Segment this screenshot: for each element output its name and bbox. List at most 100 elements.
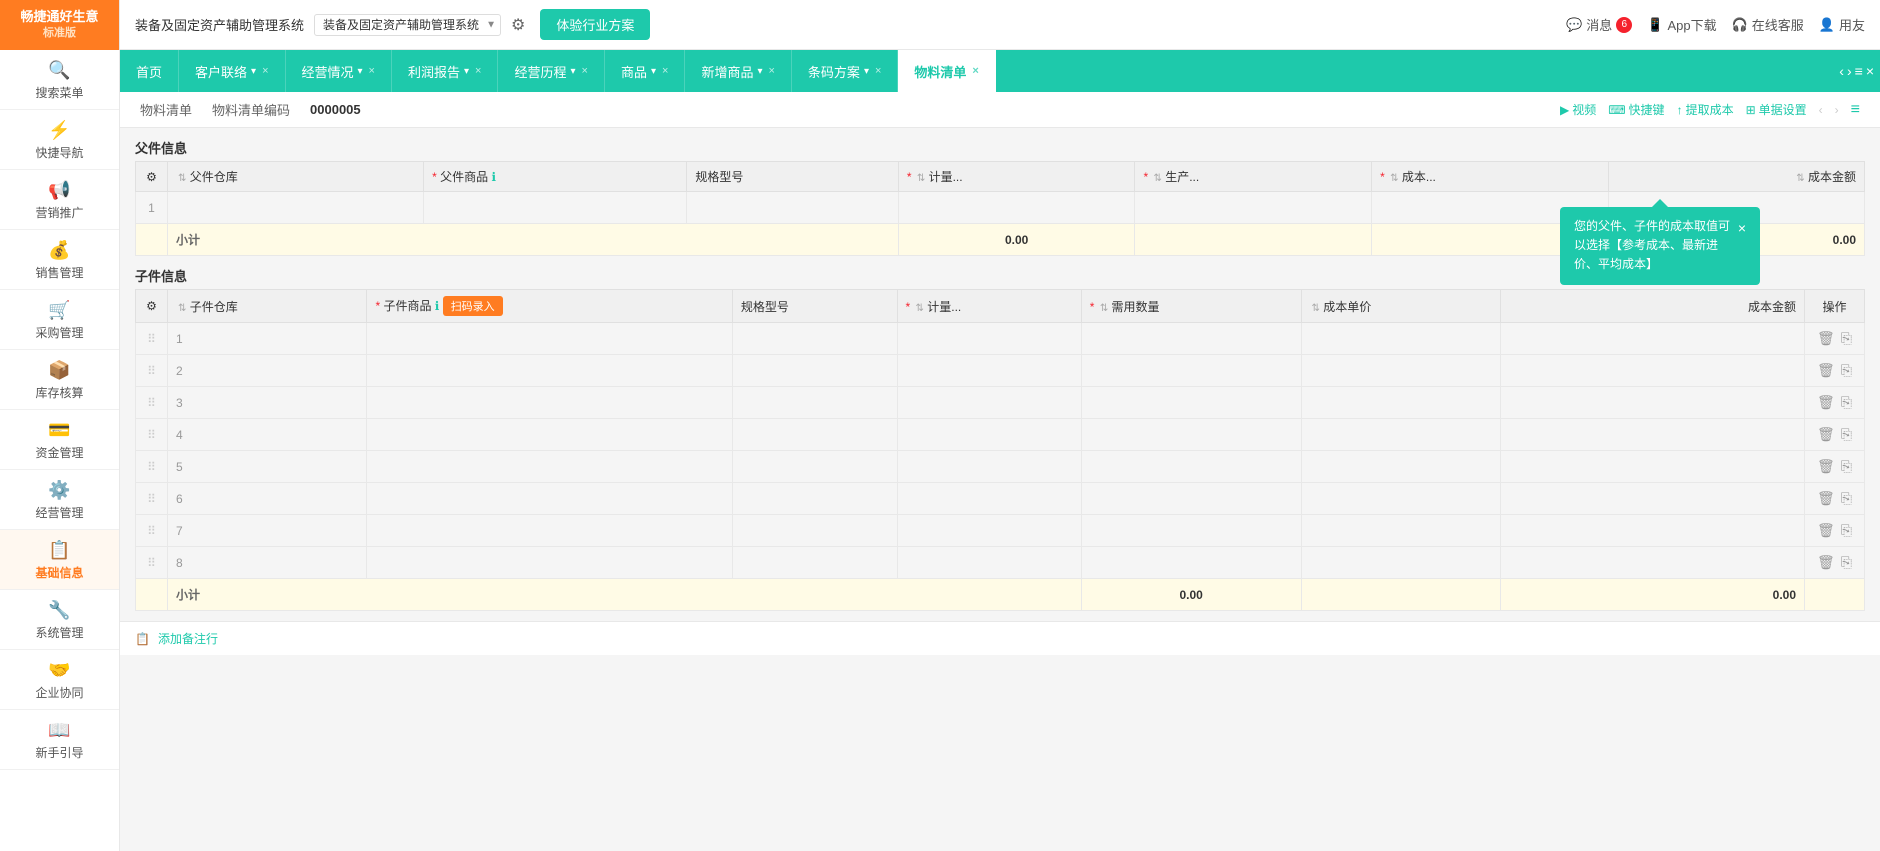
tab-customers[interactable]: 客户联络▾× (179, 50, 285, 92)
online-service-button[interactable]: 🎧 在线客服 (1732, 15, 1804, 34)
tab-home[interactable]: 首页 (120, 50, 179, 92)
tab-operations[interactable]: 经营情况▾× (286, 50, 392, 92)
system-selector[interactable]: 装备及固定资产辅助管理系统 (314, 14, 501, 36)
delete-icon-7[interactable]: 🗑 (1817, 522, 1835, 539)
delete-icon-5[interactable]: 🗑 (1817, 458, 1835, 475)
child-cell-unitcost-7[interactable] (1301, 515, 1500, 547)
tab-nav-prev[interactable]: ‹ (1839, 63, 1844, 79)
child-cell-goods-7[interactable] (367, 515, 732, 547)
parent-cell-spec-1[interactable] (687, 192, 899, 224)
close-all-tabs[interactable]: × (1866, 63, 1874, 79)
close-icon[interactable]: × (972, 65, 978, 77)
child-cell-costamt-1[interactable] (1500, 323, 1804, 355)
child-cell-warehouse-6[interactable]: 6 (168, 483, 367, 515)
grid-view-icon[interactable]: ≡ (1851, 101, 1860, 119)
copy-icon-8[interactable]: ⎘ (1841, 554, 1852, 571)
sidebar-item-purchase[interactable]: 🛒 采购管理 (0, 290, 119, 350)
shortcut-button[interactable]: ⌨ 快捷键 (1608, 101, 1664, 118)
sidebar-item-search[interactable]: 🔍 搜索菜单 (0, 50, 119, 110)
close-icon[interactable]: × (662, 65, 668, 77)
child-cell-unit-5[interactable] (897, 451, 1081, 483)
delete-icon-4[interactable]: 🗑 (1817, 426, 1835, 443)
sidebar-item-quicknav[interactable]: ⚡ 快捷导航 (0, 110, 119, 170)
tab-nav-next[interactable]: › (1847, 63, 1852, 79)
tab-profit[interactable]: 利润报告▾× (392, 50, 498, 92)
copy-icon-6[interactable]: ⎘ (1841, 490, 1852, 507)
parent-cell-goods-1[interactable] (424, 192, 687, 224)
child-cell-qty-1[interactable] (1081, 323, 1301, 355)
video-button[interactable]: ▶ 视频 (1560, 101, 1596, 118)
child-cell-costamt-2[interactable] (1500, 355, 1804, 387)
child-cell-costamt-6[interactable] (1500, 483, 1804, 515)
close-icon[interactable]: × (262, 65, 268, 77)
child-cell-unitcost-4[interactable] (1301, 419, 1500, 451)
copy-icon-4[interactable]: ⎘ (1841, 426, 1852, 443)
child-cell-spec-2[interactable] (732, 355, 897, 387)
child-cell-goods-4[interactable] (367, 419, 732, 451)
child-cell-warehouse-8[interactable]: 8 (168, 547, 367, 579)
parent-cell-warehouse-1[interactable] (168, 192, 424, 224)
child-cell-spec-6[interactable] (732, 483, 897, 515)
tab-bom[interactable]: 物料清单× (898, 50, 995, 92)
child-cell-warehouse-3[interactable]: 3 (168, 387, 367, 419)
child-cell-costamt-8[interactable] (1500, 547, 1804, 579)
nav-right-icon[interactable]: › (1835, 103, 1839, 117)
sidebar-item-guide[interactable]: 📖 新手引导 (0, 710, 119, 770)
child-cell-costamt-4[interactable] (1500, 419, 1804, 451)
sidebar-item-marketing[interactable]: 📢 营销推广 (0, 170, 119, 230)
child-cell-unitcost-1[interactable] (1301, 323, 1500, 355)
child-cell-unit-8[interactable] (897, 547, 1081, 579)
child-cell-spec-4[interactable] (732, 419, 897, 451)
child-cell-costamt-5[interactable] (1500, 451, 1804, 483)
child-cell-unit-7[interactable] (897, 515, 1081, 547)
close-icon[interactable]: × (768, 65, 774, 77)
parent-cell-production-1[interactable] (1135, 192, 1372, 224)
parent-cell-unit-1[interactable] (898, 192, 1135, 224)
child-cell-unitcost-5[interactable] (1301, 451, 1500, 483)
child-cell-unit-2[interactable] (897, 355, 1081, 387)
tab-menu-icon[interactable]: ≡ (1855, 63, 1863, 79)
child-cell-spec-7[interactable] (732, 515, 897, 547)
close-icon[interactable]: × (582, 65, 588, 77)
sidebar-item-ops[interactable]: ⚙️ 经营管理 (0, 470, 119, 530)
child-cell-qty-7[interactable] (1081, 515, 1301, 547)
user-button[interactable]: 👤 用友 (1819, 15, 1865, 34)
child-cell-warehouse-5[interactable]: 5 (168, 451, 367, 483)
child-cell-goods-3[interactable] (367, 387, 732, 419)
scan-input-button[interactable]: 扫码录入 (443, 296, 503, 316)
sidebar-item-corp[interactable]: 🤝 企业协同 (0, 650, 119, 710)
child-cell-qty-5[interactable] (1081, 451, 1301, 483)
copy-icon-3[interactable]: ⎘ (1841, 394, 1852, 411)
close-icon[interactable]: × (475, 65, 481, 77)
sidebar-item-basic[interactable]: 📋 基础信息 (0, 530, 119, 590)
close-icon[interactable]: × (875, 65, 881, 77)
child-cell-warehouse-2[interactable]: 2 (168, 355, 367, 387)
child-cell-unitcost-6[interactable] (1301, 483, 1500, 515)
child-cell-costamt-7[interactable] (1500, 515, 1804, 547)
sidebar-item-inventory[interactable]: 📦 库存核算 (0, 350, 119, 410)
child-cell-unit-4[interactable] (897, 419, 1081, 451)
delete-icon-6[interactable]: 🗑 (1817, 490, 1835, 507)
sidebar-item-finance[interactable]: 💳 资金管理 (0, 410, 119, 470)
child-cell-spec-1[interactable] (732, 323, 897, 355)
child-cell-unit-3[interactable] (897, 387, 1081, 419)
delete-icon-1[interactable]: 🗑 (1817, 330, 1835, 347)
add-remark-label[interactable]: 添加备注行 (158, 630, 218, 647)
tab-history[interactable]: 经营历程▾× (498, 50, 604, 92)
extract-cost-button[interactable]: ↑ 提取成本 (1677, 101, 1734, 118)
child-cell-qty-6[interactable] (1081, 483, 1301, 515)
child-cell-unitcost-3[interactable] (1301, 387, 1500, 419)
single-settings-button[interactable]: ⊞ 单据设置 (1746, 101, 1807, 118)
tab-new-goods[interactable]: 新增商品▾× (685, 50, 791, 92)
child-cell-qty-4[interactable] (1081, 419, 1301, 451)
copy-icon-1[interactable]: ⎘ (1841, 330, 1852, 347)
child-cell-warehouse-4[interactable]: 4 (168, 419, 367, 451)
child-cell-goods-1[interactable] (367, 323, 732, 355)
child-cell-warehouse-1[interactable]: 1 (168, 323, 367, 355)
child-cell-unit-6[interactable] (897, 483, 1081, 515)
child-cell-goods-6[interactable] (367, 483, 732, 515)
tooltip-close-button[interactable]: × (1738, 217, 1746, 239)
child-cell-spec-5[interactable] (732, 451, 897, 483)
app-download-button[interactable]: 📱 App下载 (1647, 15, 1716, 34)
tab-goods[interactable]: 商品▾× (605, 50, 685, 92)
